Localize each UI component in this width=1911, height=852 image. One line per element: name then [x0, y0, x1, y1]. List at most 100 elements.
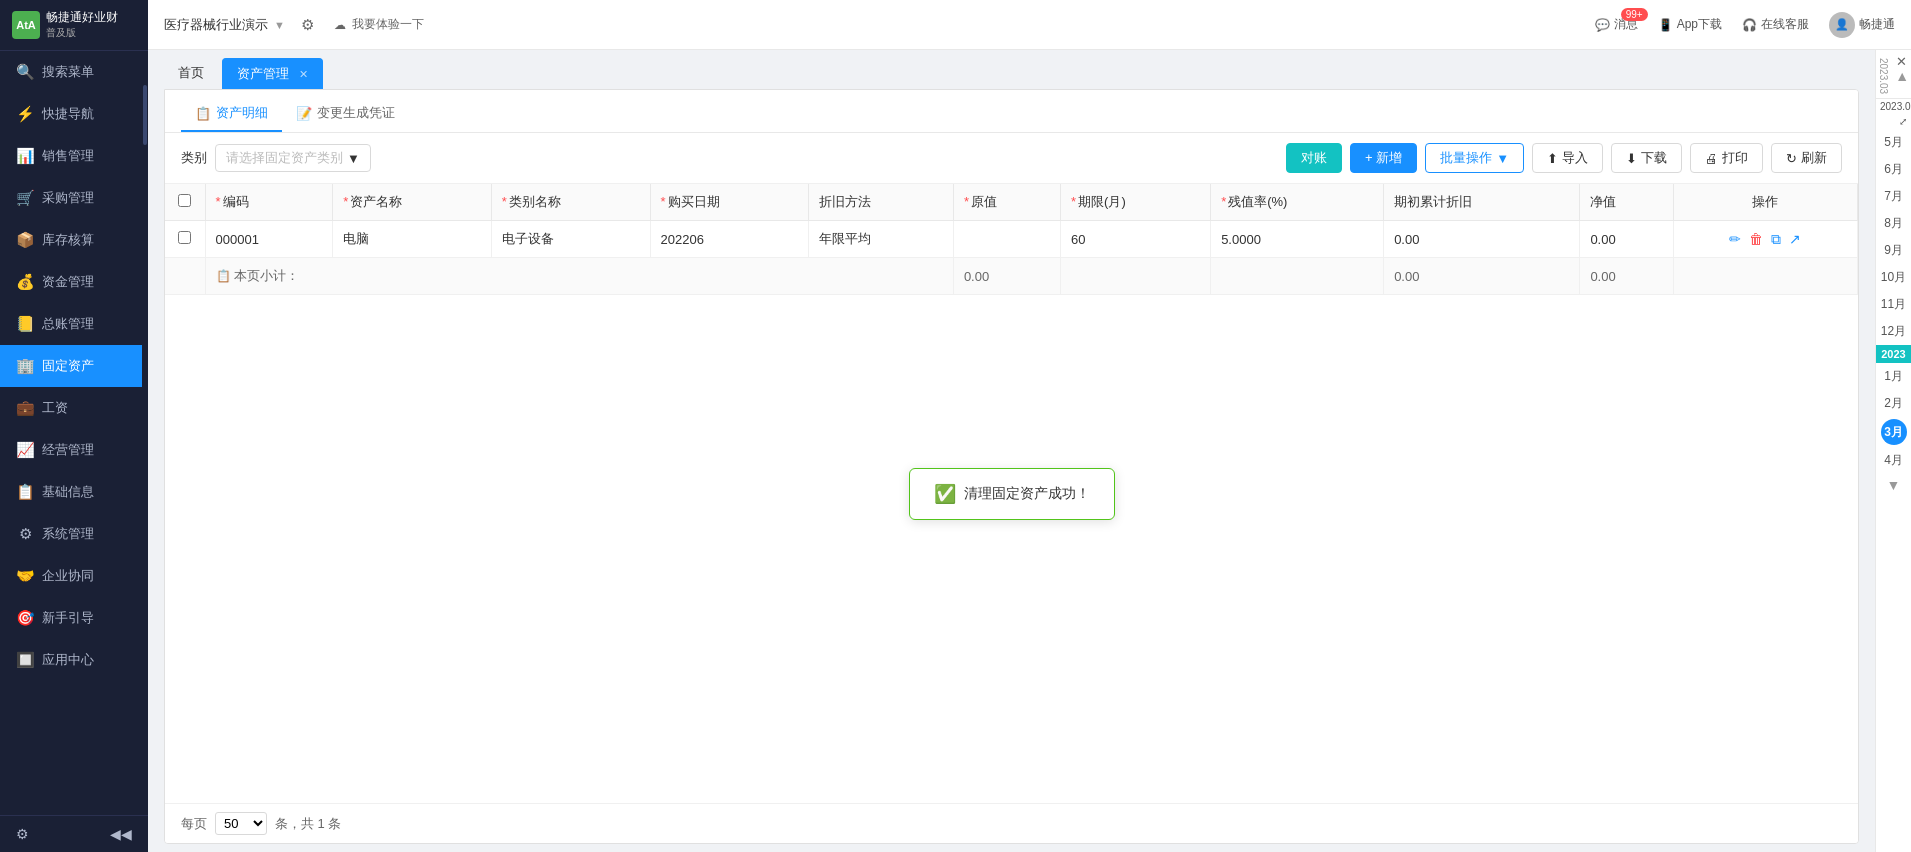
toast-success: ✅ 清理固定资产成功！ — [909, 468, 1115, 520]
sidebar-item-operations[interactable]: 📈 经营管理 — [0, 429, 142, 471]
tab-asset-mgmt[interactable]: 资产管理 ✕ — [222, 58, 323, 89]
batch-ops-button[interactable]: 批量操作 ▼ — [1425, 143, 1524, 173]
col-header-residual-rate: *残值率(%) — [1211, 184, 1384, 221]
row-checkbox[interactable] — [178, 231, 191, 244]
refresh-button[interactable]: ↻ 刷新 — [1771, 143, 1842, 173]
sidebar-item-inventory[interactable]: 📦 库存核算 — [0, 219, 142, 261]
sidebar-item-enterprise[interactable]: 🤝 企业协同 — [0, 555, 142, 597]
sidebar-item-payroll[interactable]: 💼 工资 — [0, 387, 142, 429]
settings-icon[interactable]: ⚙ — [16, 826, 29, 842]
inner-page: 📋 资产明细 📝 变更生成凭证 类别 请选择固定资产类别 ▼ — [164, 89, 1859, 844]
company-settings-icon[interactable]: ⚙ — [301, 16, 314, 34]
sidebar-item-funds[interactable]: 💰 资金管理 — [0, 261, 142, 303]
cell-residual-rate: 5.0000 — [1211, 221, 1384, 258]
sidebar-item-sales[interactable]: 📊 销售管理 — [0, 135, 142, 177]
month-9[interactable]: 9月 — [1876, 237, 1911, 264]
app-name: 畅捷通好业财 — [46, 10, 118, 26]
month-6[interactable]: 6月 — [1876, 156, 1911, 183]
app-logo-text: 畅捷通好业财 普及版 — [46, 10, 118, 40]
table-row: 000001 电脑 电子设备 202206 年限平均 60 5.0000 0.0… — [165, 221, 1858, 258]
page-content: 首页 资产管理 ✕ 📋 资产明细 📝 变更生成凭证 — [148, 50, 1875, 852]
month-11[interactable]: 11月 — [1876, 291, 1911, 318]
select-all-checkbox[interactable] — [178, 194, 191, 207]
asset-detail-tab-icon: 📋 — [195, 106, 211, 121]
download-button[interactable]: ⬇ 下载 — [1611, 143, 1682, 173]
payroll-icon: 💼 — [16, 399, 34, 417]
col-header-net-value: 净值 — [1580, 184, 1673, 221]
month-7[interactable]: 7月 — [1876, 183, 1911, 210]
sidebar-item-fixed-assets[interactable]: 🏢 固定资产 — [0, 345, 142, 387]
month-10[interactable]: 10月 — [1876, 264, 1911, 291]
service-icon: 🎧 — [1742, 18, 1757, 32]
month-2[interactable]: 2月 — [1876, 390, 1911, 417]
right-panel-down-arrow[interactable]: ▼ — [1887, 474, 1901, 496]
system-icon: ⚙ — [16, 525, 34, 543]
month-4[interactable]: 4月 — [1876, 447, 1911, 474]
change-voucher-tab-icon: 📝 — [296, 106, 312, 121]
cell-name: 电脑 — [333, 221, 492, 258]
sidebar-scrollbar[interactable] — [142, 51, 148, 815]
reconcile-button[interactable]: 对账 — [1286, 143, 1342, 173]
sidebar-item-purchase[interactable]: 🛒 采购管理 — [0, 177, 142, 219]
edit-icon[interactable]: ✏ — [1729, 231, 1741, 248]
tab-home[interactable]: 首页 — [164, 58, 218, 89]
print-button[interactable]: 🖨 打印 — [1690, 143, 1763, 173]
month-8[interactable]: 8月 — [1876, 210, 1911, 237]
user-profile[interactable]: 👤 畅捷通 — [1829, 12, 1895, 38]
per-page-select[interactable]: 50 100 200 — [215, 812, 267, 835]
sub-tab-asset-detail[interactable]: 📋 资产明细 — [181, 98, 282, 132]
toolbar-actions: 对账 + 新增 批量操作 ▼ ⬆ 导入 — [1286, 143, 1842, 173]
messages-button[interactable]: 💬 消息 99+ — [1595, 16, 1638, 33]
import-button[interactable]: ⬆ 导入 — [1532, 143, 1603, 173]
category-filter-select[interactable]: 请选择固定资产类别 ▼ — [215, 144, 371, 172]
current-year-label[interactable]: 2023 — [1876, 345, 1911, 363]
assets-table: *编码 *资产名称 *类别名称 *购买日期 折旧方法 *原值 *期限(月) *残… — [165, 184, 1858, 295]
tab-close-icon[interactable]: ✕ — [299, 68, 308, 80]
sidebar-item-system[interactable]: ⚙ 系统管理 — [0, 513, 142, 555]
row-op-icons: ✏ 🗑 ⧉ ↗ — [1684, 231, 1847, 248]
new-button[interactable]: + 新增 — [1350, 143, 1417, 173]
col-header-depreciation-method: 折旧方法 — [809, 184, 954, 221]
expand-icon[interactable]: ⤢ — [1899, 116, 1907, 127]
month-5[interactable]: 5月 — [1876, 129, 1911, 156]
more-icon[interactable]: ↗ — [1789, 231, 1801, 248]
col-header-checkbox — [165, 184, 205, 221]
sidebar-item-app-center[interactable]: 🔲 应用中心 — [0, 639, 142, 681]
sales-icon: 📊 — [16, 147, 34, 165]
online-service-button[interactable]: 🎧 在线客服 — [1742, 16, 1809, 33]
enterprise-icon: 🤝 — [16, 567, 34, 585]
right-panel-header-text: 2023.03 — [1880, 101, 1911, 112]
collapse-icon[interactable]: ◀◀ — [110, 826, 132, 842]
month-1[interactable]: 1月 — [1876, 363, 1911, 390]
subtotal-row: 📋 本页小计： 0.00 0.00 0.00 — [165, 258, 1858, 295]
basic-info-icon: 📋 — [16, 483, 34, 501]
sidebar-item-search[interactable]: 🔍 搜索菜单 — [0, 51, 142, 93]
col-header-operations: 操作 — [1673, 184, 1857, 221]
toast-message: 清理固定资产成功！ — [964, 485, 1090, 503]
experience-button[interactable]: ☁ 我要体验一下 — [334, 16, 424, 33]
delete-icon[interactable]: 🗑 — [1749, 231, 1763, 248]
sidebar-item-quicknav[interactable]: ⚡ 快捷导航 — [0, 93, 142, 135]
sidebar: AtA 畅捷通好业财 普及版 🔍 搜索菜单 ⚡ 快捷导航 📊 销售管理 🛒 采购… — [0, 0, 148, 852]
page-footer: 每页 50 100 200 条，共 1 条 — [165, 803, 1858, 843]
month-3-active[interactable]: 3月 — [1881, 419, 1907, 445]
topbar: 医疗器械行业演示 ▼ ⚙ ☁ 我要体验一下 💬 消息 99+ 📱 App下载 🎧… — [148, 0, 1911, 50]
sidebar-item-guide[interactable]: 🎯 新手引导 — [0, 597, 142, 639]
total-count: 条，共 1 条 — [275, 815, 341, 833]
month-12[interactable]: 12月 — [1876, 318, 1911, 345]
copy-icon[interactable]: ⧉ — [1771, 231, 1781, 248]
company-selector[interactable]: 医疗器械行业演示 ▼ — [164, 16, 285, 34]
avatar: 👤 — [1829, 12, 1855, 38]
sidebar-item-ledger[interactable]: 📒 总账管理 — [0, 303, 142, 345]
category-filter-label: 类别 — [181, 149, 207, 167]
right-panel-year-label: 2023.03 — [1878, 58, 1889, 94]
right-panel-close-button[interactable]: ✕ — [1896, 54, 1907, 69]
sub-tab-change-voucher[interactable]: 📝 变更生成凭证 — [282, 98, 409, 132]
app-download-button[interactable]: 📱 App下载 — [1658, 16, 1722, 33]
sidebar-item-basic-info[interactable]: 📋 基础信息 — [0, 471, 142, 513]
batch-ops-arrow: ▼ — [1496, 151, 1509, 166]
subtotal-net: 0.00 — [1580, 258, 1673, 295]
download-icon: ⬇ — [1626, 151, 1637, 166]
right-panel: 2023.03 ▲ 2023.03 ✕ ⤢ 5月 6月 7月 8月 9月 10月… — [1875, 50, 1911, 852]
messages-icon: 💬 — [1595, 18, 1610, 32]
